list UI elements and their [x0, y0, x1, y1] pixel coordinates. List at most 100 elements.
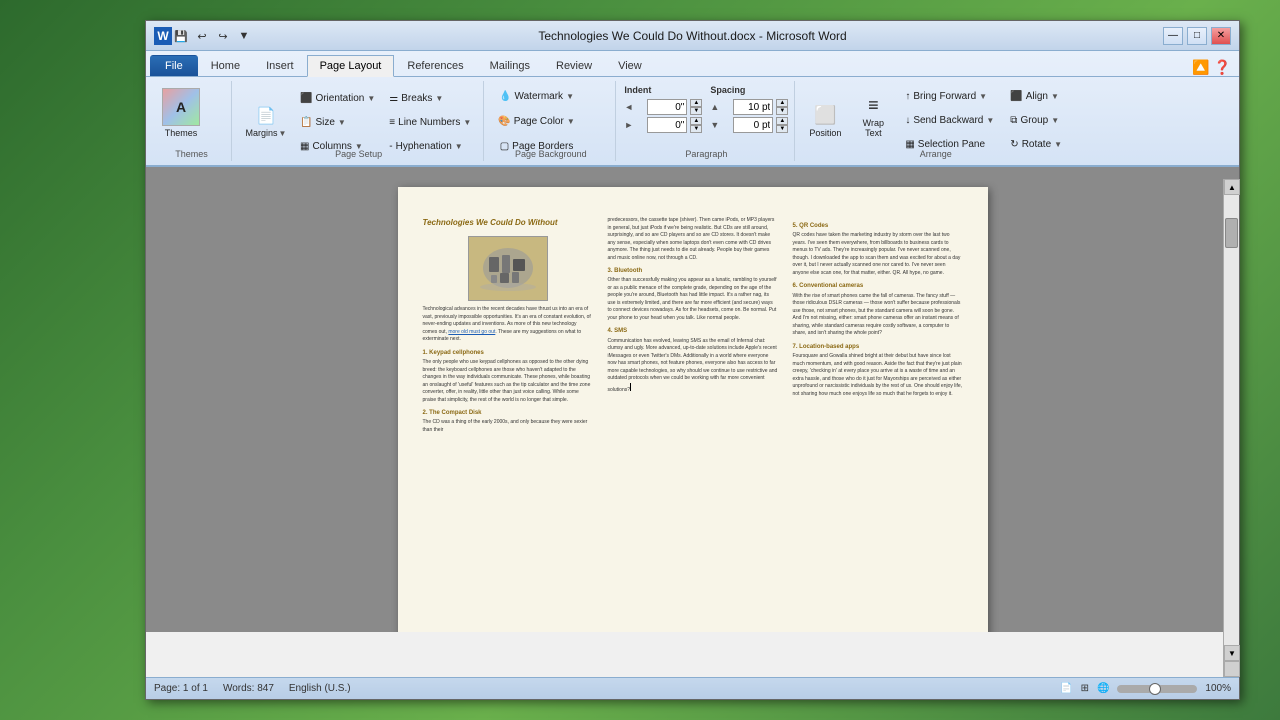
scroll-down-button[interactable]: ▼	[1224, 645, 1240, 661]
page-background-group-label: Page Background	[515, 149, 587, 159]
watermark-button[interactable]: 💧Watermark▼	[493, 85, 580, 107]
spacing-after-down[interactable]: ▼	[776, 125, 788, 133]
themes-group-label: Themes	[175, 149, 208, 159]
view-web-icon[interactable]: 🌐	[1097, 683, 1109, 694]
document-page: Technologies We Could Do Without	[398, 187, 988, 632]
col3-section5-title: 5. QR Codes	[793, 222, 963, 230]
window-controls: — □ ✕	[1163, 27, 1231, 45]
col2-section3-title: 3. Bluetooth	[608, 267, 778, 275]
col2-section4-title: 4. SMS	[608, 327, 778, 335]
help-icon[interactable]: 🔼	[1192, 59, 1209, 76]
col2-section3-text: Other than successfully making you appea…	[608, 277, 778, 322]
page-color-button[interactable]: 🎨Page Color▼	[492, 110, 580, 132]
spacing-after-input[interactable]	[733, 117, 773, 133]
indent-right-up[interactable]: ▲	[690, 117, 702, 125]
question-icon[interactable]: ❓	[1214, 59, 1231, 76]
ribbon-content: A Themes Themes 📄 Margins ▼	[146, 77, 1239, 165]
scroll-up-button[interactable]: ▲	[1224, 179, 1240, 195]
document-column-2: predecessors, the cassette tape (shiver)…	[608, 217, 778, 617]
quick-access-toolbar: 💾 ↩ ↪ ▼	[172, 27, 253, 45]
word-app-icon: W	[154, 27, 172, 45]
margins-button[interactable]: 📄 Margins ▼	[240, 85, 292, 143]
bring-forward-button[interactable]: ↑Bring Forward▼	[899, 85, 1000, 107]
tab-insert[interactable]: Insert	[253, 55, 307, 76]
tab-mailings[interactable]: Mailings	[477, 55, 543, 76]
spacing-after-up[interactable]: ▲	[776, 117, 788, 125]
indent-controls: Indent ◄ ▲ ▼ ►	[624, 85, 702, 133]
spacing-before-down[interactable]: ▼	[776, 107, 788, 115]
ribbon-group-page-background: 💧Watermark▼ 🎨Page Color▼ ▢Page Borders P…	[486, 81, 616, 161]
word-count: Words: 847	[223, 683, 274, 694]
doc-image	[468, 236, 548, 301]
save-button[interactable]: 💾	[172, 27, 190, 45]
document-area: Technologies We Could Do Without	[146, 167, 1239, 632]
spacing-label: Spacing	[710, 85, 788, 95]
col3-section7-text: Foursquare and Gowalla shined bright at …	[793, 353, 963, 398]
view-fullscreen-icon[interactable]: ⊞	[1081, 683, 1089, 694]
scroll-thumb[interactable]	[1225, 218, 1238, 248]
col1-intro: Technological advances in the recent dec…	[423, 306, 593, 344]
tab-view[interactable]: View	[605, 55, 655, 76]
position-button[interactable]: ⬜ Position	[803, 85, 847, 143]
indent-label: Indent	[624, 85, 702, 95]
view-print-icon[interactable]: 📄	[1060, 683, 1072, 694]
tab-references[interactable]: References	[394, 55, 476, 76]
zoom-slider[interactable]	[1117, 685, 1197, 693]
indent-left-down[interactable]: ▼	[690, 107, 702, 115]
send-backward-button[interactable]: ↓Send Backward▼	[899, 109, 1000, 131]
line-numbers-button[interactable]: ≡Line Numbers▼	[383, 111, 477, 133]
indent-left-input[interactable]	[647, 99, 687, 115]
col1-section2-title: 2. The Compact Disk	[423, 409, 593, 417]
scroll-corner	[1224, 661, 1240, 677]
tab-review[interactable]: Review	[543, 55, 605, 76]
customize-button[interactable]: ▼	[235, 27, 253, 45]
col3-section7-title: 7. Location-based apps	[793, 343, 963, 351]
size-button[interactable]: 📋Size▼	[294, 111, 381, 133]
tab-file[interactable]: File	[150, 55, 198, 76]
close-button[interactable]: ✕	[1211, 27, 1231, 45]
status-right: 📄 ⊞ 🌐 100%	[1060, 683, 1231, 694]
indent-left-label: ◄	[624, 102, 644, 112]
col2-section4-text: Communication has evolved, leaving SMS a…	[608, 338, 778, 395]
scroll-track-area[interactable]	[1224, 195, 1239, 645]
align-button[interactable]: ⬛Align▼	[1004, 85, 1068, 107]
themes-icon: A	[162, 88, 200, 126]
undo-button[interactable]: ↩	[193, 27, 211, 45]
tab-home[interactable]: Home	[198, 55, 253, 76]
vertical-scrollbar[interactable]: ▲ ▼	[1223, 179, 1239, 677]
ribbon-group-themes: A Themes Themes	[152, 81, 232, 161]
col3-section6-text: With the rise of smart phones came the f…	[793, 293, 963, 338]
zoom-thumb[interactable]	[1149, 683, 1161, 695]
spacing-before-up[interactable]: ▲	[776, 99, 788, 107]
zoom-level: 100%	[1205, 683, 1231, 694]
tab-page-layout[interactable]: Page Layout	[307, 55, 395, 77]
spacing-before-input[interactable]	[733, 99, 773, 115]
rotate-button[interactable]: ↻Rotate▼	[1004, 133, 1068, 155]
themes-button[interactable]: A Themes	[158, 85, 204, 143]
orientation-button[interactable]: ⬛Orientation▼	[294, 87, 381, 109]
hyphenation-button[interactable]: -Hyphenation▼	[383, 135, 477, 157]
col3-section5-text: QR codes have taken the marketing indust…	[793, 232, 963, 277]
col1-section1-text: The only people who use keypad cellphone…	[423, 359, 593, 404]
breaks-button[interactable]: ⚌Breaks▼	[383, 87, 477, 109]
indent-right-down[interactable]: ▼	[690, 125, 702, 133]
spacing-controls: Spacing ▲ ▲ ▼ ▼	[710, 85, 788, 133]
ribbon-group-paragraph: Indent ◄ ▲ ▼ ►	[618, 81, 795, 161]
ribbon-group-page-setup: 📄 Margins ▼ ⬛Orientation▼ 📋Size▼	[234, 81, 484, 161]
arrange-group-label: Arrange	[920, 149, 952, 159]
indent-right-input[interactable]	[647, 117, 687, 133]
maximize-button[interactable]: □	[1187, 27, 1207, 45]
title-bar: W 💾 ↩ ↪ ▼ Technologies We Could Do Witho…	[146, 21, 1239, 51]
redo-button[interactable]: ↪	[214, 27, 232, 45]
spacing-before-label: ▲	[710, 102, 730, 112]
ribbon-group-arrange: ⬜ Position ≡ WrapText ↑Bring Forward▼ ↓S…	[797, 81, 1074, 161]
indent-left-up[interactable]: ▲	[690, 99, 702, 107]
col1-section2-text: The CD was a thing of the early 2000s, a…	[423, 419, 593, 434]
language: English (U.S.)	[289, 683, 351, 694]
col1-section1-title: 1. Keypad cellphones	[423, 349, 593, 357]
col2-text-before: predecessors, the cassette tape (shiver)…	[608, 217, 778, 262]
wrap-text-button[interactable]: ≡ WrapText	[851, 85, 895, 143]
status-bar: Page: 1 of 1 Words: 847 English (U.S.) 📄…	[146, 677, 1239, 699]
group-button[interactable]: ⧉Group▼	[1004, 109, 1068, 131]
minimize-button[interactable]: —	[1163, 27, 1183, 45]
